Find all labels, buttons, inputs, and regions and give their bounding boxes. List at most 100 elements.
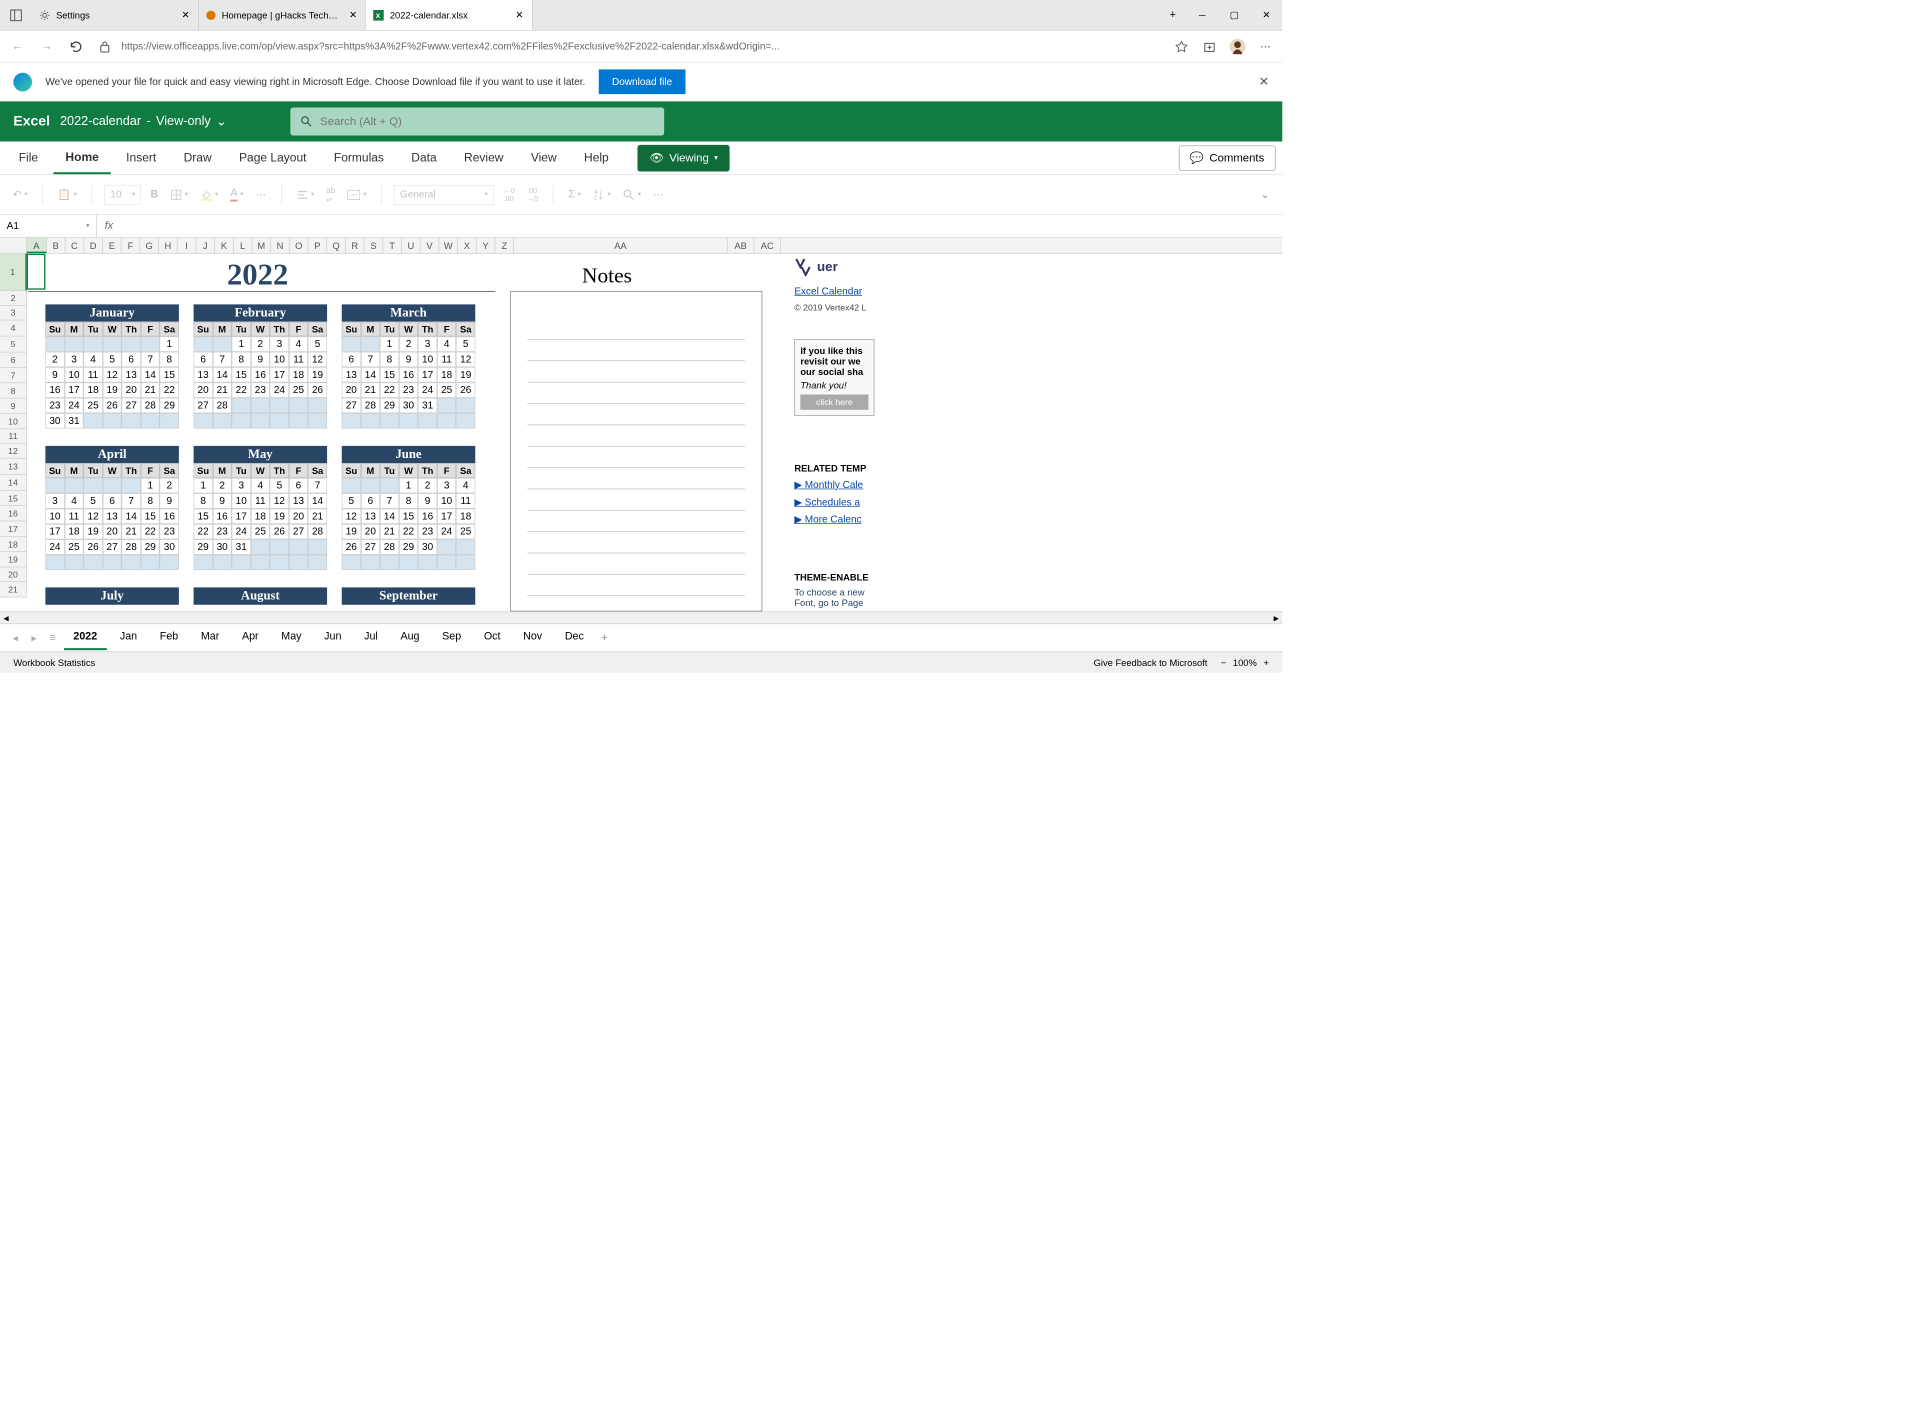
column-header[interactable]: D	[84, 238, 103, 253]
sheet-tab[interactable]: Jan	[111, 625, 147, 650]
ribbon-tab-review[interactable]: Review	[452, 143, 515, 173]
row-header[interactable]: 4	[0, 320, 27, 336]
viewing-mode-button[interactable]: 👁Viewing▾	[637, 145, 729, 172]
search-input[interactable]	[320, 115, 654, 128]
sheet-tab[interactable]: 2022	[64, 625, 106, 650]
column-header[interactable]: A	[27, 238, 47, 253]
find-button[interactable]: ▾	[620, 186, 643, 203]
horizontal-scrollbar[interactable]: ◂ ▸	[0, 611, 1282, 623]
sheet-tab[interactable]: Feb	[150, 625, 187, 650]
column-header[interactable]: K	[215, 238, 234, 253]
sheet-nav-prev[interactable]: ◂	[8, 631, 23, 644]
sheet-tab[interactable]: Oct	[474, 625, 509, 650]
row-header[interactable]: 15	[0, 491, 27, 506]
row-header[interactable]: 10	[0, 414, 27, 429]
column-header[interactable]: X	[458, 238, 477, 253]
ribbon-tab-page-layout[interactable]: Page Layout	[227, 143, 319, 173]
undo-button[interactable]: ↶ ▾	[10, 185, 30, 204]
column-header[interactable]: W	[439, 238, 458, 253]
ribbon-tab-insert[interactable]: Insert	[114, 143, 168, 173]
excel-calendar-link[interactable]: Excel Calendar	[794, 286, 874, 297]
row-headers[interactable]: 123456789101112131415161718192021	[0, 254, 27, 598]
row-header[interactable]: 11	[0, 429, 27, 444]
all-sheets-button[interactable]: ≡	[45, 632, 60, 644]
column-header[interactable]: E	[103, 238, 122, 253]
related-link[interactable]: ▶ Monthly Cale	[794, 479, 874, 491]
column-header[interactable]: P	[308, 238, 327, 253]
browser-tab[interactable]: X2022-calendar.xlsx✕	[366, 0, 533, 30]
browser-tab[interactable]: Homepage | gHacks Technology✕	[199, 0, 366, 30]
column-header[interactable]: G	[140, 238, 159, 253]
add-sheet-button[interactable]: +	[597, 632, 612, 644]
fill-color-button[interactable]: ▾	[198, 186, 221, 203]
tab-actions-button[interactable]	[0, 0, 32, 30]
row-header[interactable]: 5	[0, 336, 27, 352]
row-header[interactable]: 1	[0, 254, 27, 291]
row-header[interactable]: 19	[0, 552, 27, 567]
sheet-tab[interactable]: Jul	[355, 625, 387, 650]
feedback-link[interactable]: Give Feedback to Microsoft	[1094, 657, 1208, 668]
row-header[interactable]: 2	[0, 291, 27, 306]
row-header[interactable]: 8	[0, 383, 27, 398]
zoom-in-button[interactable]: +	[1263, 657, 1268, 668]
zoom-out-button[interactable]: −	[1221, 657, 1226, 668]
sheet-tab[interactable]: May	[272, 625, 311, 650]
sheet-tab[interactable]: Mar	[192, 625, 229, 650]
site-info-icon[interactable]	[95, 36, 115, 56]
column-header[interactable]: L	[234, 238, 253, 253]
row-header[interactable]: 20	[0, 567, 27, 582]
search-box[interactable]	[290, 107, 664, 135]
row-header[interactable]: 18	[0, 537, 27, 552]
sheet-tab[interactable]: Aug	[391, 625, 429, 650]
infobar-close-button[interactable]: ✕	[1259, 75, 1269, 89]
column-header[interactable]: H	[159, 238, 178, 253]
tab-close-button[interactable]: ✕	[348, 9, 359, 21]
fx-icon[interactable]: fx	[97, 220, 121, 232]
formula-input[interactable]	[121, 215, 1282, 237]
column-header[interactable]: N	[271, 238, 290, 253]
number-format-select[interactable]: General▾	[394, 185, 494, 205]
row-header[interactable]: 16	[0, 506, 27, 521]
name-box[interactable]: A1▾	[0, 215, 97, 237]
more-button[interactable]: ⋯	[1256, 36, 1276, 56]
tab-close-button[interactable]: ✕	[180, 9, 192, 21]
column-header[interactable]: M	[252, 238, 271, 253]
row-header[interactable]: 9	[0, 398, 27, 413]
new-tab-button[interactable]: +	[1159, 0, 1186, 30]
column-header[interactable]: AC	[754, 238, 781, 253]
more-toolbar-button[interactable]: ⋯	[650, 185, 666, 204]
forward-button[interactable]: →	[36, 36, 57, 57]
column-header[interactable]: O	[290, 238, 309, 253]
sheet-nav-next[interactable]: ▸	[27, 631, 42, 644]
increase-decimal-button[interactable]: .00→0	[524, 184, 541, 205]
ribbon-tab-help[interactable]: Help	[572, 143, 621, 173]
workbook-statistics[interactable]: Workbook Statistics	[13, 657, 95, 668]
column-header[interactable]: T	[383, 238, 402, 253]
column-header[interactable]: Z	[495, 238, 514, 253]
font-size-input[interactable]: 10▾	[104, 185, 141, 205]
close-window-button[interactable]: ✕	[1250, 0, 1282, 30]
column-header[interactable]: AA	[514, 238, 728, 253]
font-color-button[interactable]: A ▾	[228, 185, 246, 204]
column-header[interactable]: F	[121, 238, 140, 253]
browser-tab[interactable]: Settings✕	[32, 0, 199, 30]
related-link[interactable]: ▶ More Calenc	[794, 513, 874, 525]
profile-button[interactable]	[1228, 36, 1248, 56]
column-header[interactable]: J	[196, 238, 215, 253]
column-header[interactable]: R	[346, 238, 365, 253]
comments-button[interactable]: 💬Comments	[1179, 145, 1276, 170]
click-here-button[interactable]: click here	[800, 394, 868, 409]
column-header[interactable]: S	[364, 238, 383, 253]
sheet-tab[interactable]: Sep	[433, 625, 471, 650]
spreadsheet-grid[interactable]: ABCDEFGHIJKLMNOPQRSTUVWXYZAAABAC 1234567…	[0, 238, 1282, 612]
column-headers[interactable]: ABCDEFGHIJKLMNOPQRSTUVWXYZAAABAC	[0, 238, 1282, 254]
minimize-button[interactable]: ─	[1186, 0, 1218, 30]
paste-button[interactable]: 📋 ▾	[55, 185, 80, 204]
row-header[interactable]: 12	[0, 444, 27, 459]
decrease-decimal-button[interactable]: ←0.00	[501, 184, 518, 205]
row-header[interactable]: 14	[0, 475, 27, 491]
row-header[interactable]: 6	[0, 352, 27, 367]
zoom-level[interactable]: 100%	[1233, 657, 1257, 668]
download-file-button[interactable]: Download file	[599, 69, 686, 94]
column-header[interactable]: C	[65, 238, 84, 253]
